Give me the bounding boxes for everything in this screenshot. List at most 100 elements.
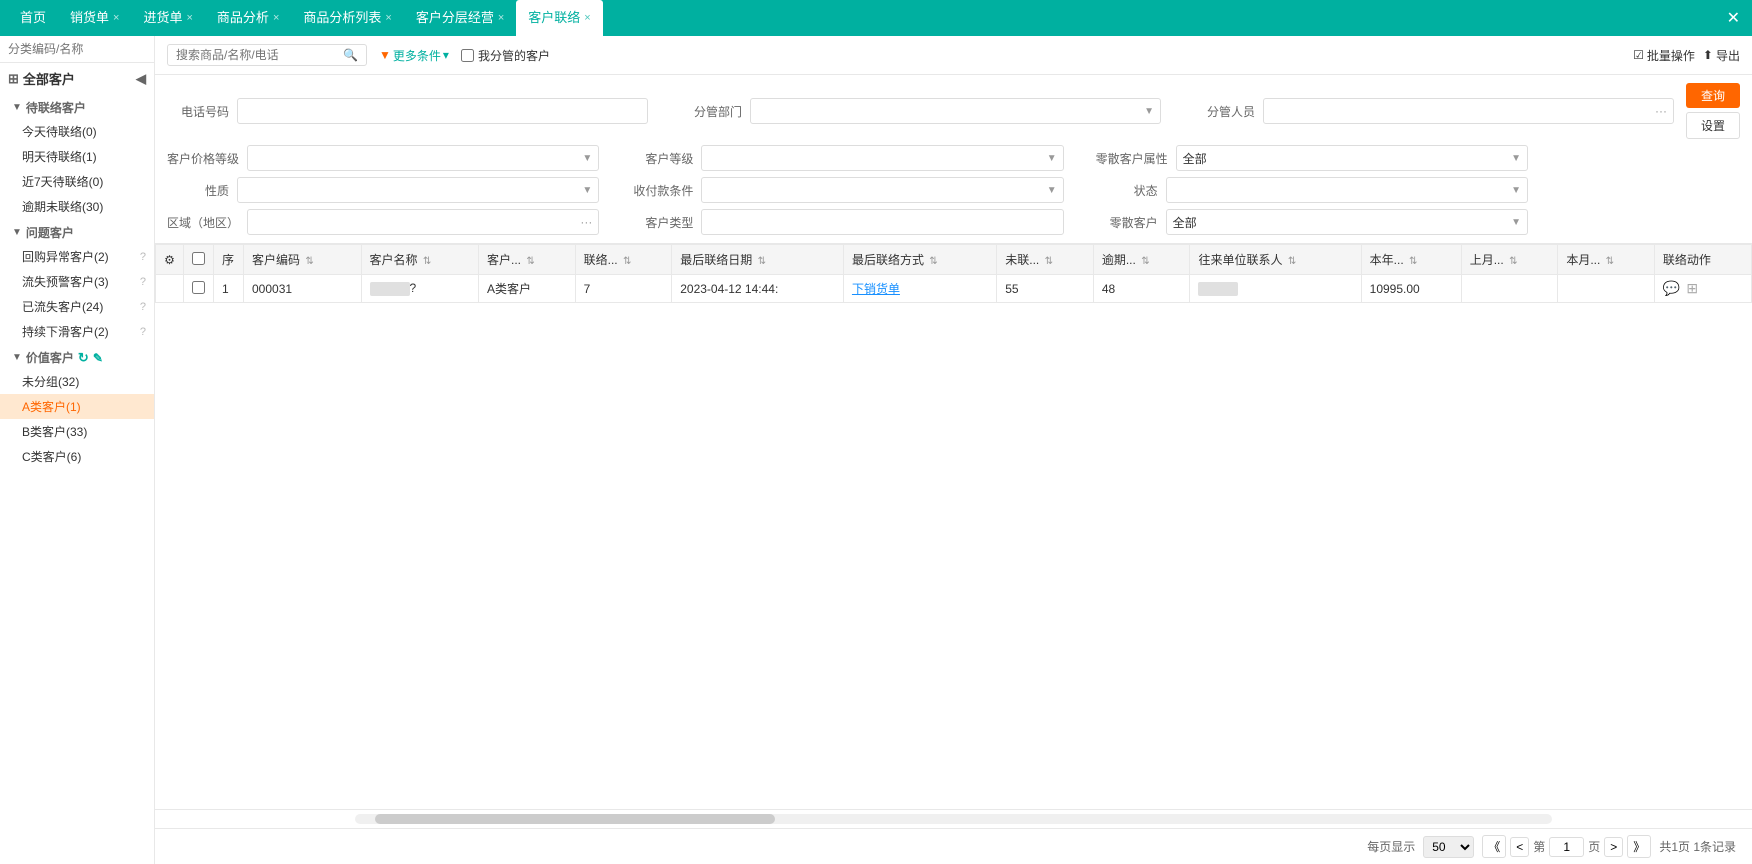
phone-label: 电话号码	[167, 103, 237, 120]
status-label: 状态	[1096, 182, 1166, 199]
close-sales-tab[interactable]: ×	[113, 0, 119, 36]
problem-customers-title: 问题客户	[26, 224, 74, 241]
close-customer-tier-tab[interactable]: ×	[498, 0, 504, 36]
sidebar-search-input[interactable]	[8, 42, 155, 56]
type-sort-icon: ⇅	[526, 256, 534, 267]
checkbox-icon: ☑	[1633, 48, 1644, 62]
select-all-checkbox[interactable]	[192, 252, 205, 265]
close-customer-contact-tab[interactable]: ×	[584, 0, 590, 36]
problem-customers-group[interactable]: ▼ 问题客户	[0, 219, 154, 244]
contact-person-column-header[interactable]: 往来单位联系人 ⇅	[1190, 245, 1361, 275]
first-page-btn[interactable]: 《	[1482, 835, 1506, 858]
status-dropdown[interactable]: ▼	[1166, 177, 1528, 203]
main-search-icon[interactable]: 🔍	[343, 48, 358, 62]
sidebar-item-c-class[interactable]: C类客户(6)	[0, 444, 154, 469]
nav-sales[interactable]: 销货单 ×	[58, 0, 131, 36]
batch-op-btn[interactable]: ☑ 批量操作	[1633, 47, 1695, 64]
uncontacted-column-header[interactable]: 未联... ⇅	[997, 245, 1094, 275]
overdue-column-header[interactable]: 逾期... ⇅	[1093, 245, 1190, 275]
row-checkbox-cell[interactable]	[184, 275, 214, 303]
collapse-sidebar-icon[interactable]: ◀	[136, 71, 146, 87]
sidebar-item-b-class[interactable]: B类客户(33)	[0, 419, 154, 444]
sidebar-item-tomorrow[interactable]: 明天待联络(1)	[0, 144, 154, 169]
type-column-header[interactable]: 客户... ⇅	[479, 245, 576, 275]
this-month-column-header[interactable]: 本月... ⇅	[1558, 245, 1655, 275]
contact-count-column-header[interactable]: 联络... ⇅	[575, 245, 672, 275]
contact-person-masked	[1198, 282, 1238, 296]
customer-type-input[interactable]	[701, 209, 1063, 235]
my-customer-checkbox[interactable]	[461, 49, 474, 62]
table-header-row: ⚙ 序 客户编码 ⇅ 客户名称 ⇅ 客户... ⇅	[156, 245, 1752, 275]
main-search-box[interactable]: 🔍	[167, 44, 367, 66]
close-all-tabs[interactable]: ✕	[1727, 8, 1740, 28]
my-customer-filter[interactable]: 我分管的客户	[461, 47, 550, 64]
help-icon-churned[interactable]: ?	[140, 301, 146, 313]
refresh-icon[interactable]: ↻	[78, 350, 89, 366]
close-purchase-tab[interactable]: ×	[186, 0, 192, 36]
sidebar-item-declining[interactable]: 持续下滑客户(2) ?	[0, 319, 154, 344]
settings-column-header[interactable]: ⚙	[156, 245, 184, 275]
horizontal-scroll-thumb[interactable]	[375, 814, 775, 824]
page-number-input[interactable]	[1549, 837, 1584, 857]
nav-purchase[interactable]: 进货单 ×	[131, 0, 204, 36]
chevron-down-icon: ▾	[443, 48, 449, 62]
last-contact-date-column-header[interactable]: 最后联络日期 ⇅	[672, 245, 844, 275]
sidebar-item-overdue[interactable]: 逾期未联络(30)	[0, 194, 154, 219]
nav-customer-contact[interactable]: 客户联络 ×	[516, 0, 602, 36]
last-contact-method-column-header[interactable]: 最后联络方式 ⇅	[843, 245, 996, 275]
horizontal-scroll-track[interactable]	[355, 814, 1552, 824]
help-icon-repurchase[interactable]: ?	[140, 251, 146, 263]
edit-icon[interactable]: ✎	[93, 351, 103, 365]
last-contact-method-link[interactable]: 下销货单	[852, 282, 900, 296]
this-year-column-header[interactable]: 本年... ⇅	[1361, 245, 1461, 275]
close-goods-analysis-tab[interactable]: ×	[273, 0, 279, 36]
query-btn[interactable]: 查询	[1686, 83, 1740, 108]
all-customers-header[interactable]: ⊞ 全部客户 ◀	[0, 63, 154, 94]
settings-btn[interactable]: 设置	[1686, 112, 1740, 139]
last-month-column-header[interactable]: 上月... ⇅	[1461, 245, 1558, 275]
code-column-header[interactable]: 客户编码 ⇅	[244, 245, 362, 275]
sidebar-item-churn-warning[interactable]: 流失预警客户(3) ?	[0, 269, 154, 294]
nav-customer-tier[interactable]: 客户分层经营 ×	[404, 0, 516, 36]
close-goods-analysis-list-tab[interactable]: ×	[385, 0, 391, 36]
sidebar-item-today[interactable]: 今天待联络(0)	[0, 119, 154, 144]
main-search-input[interactable]	[176, 48, 343, 62]
checkbox-column-header[interactable]	[184, 245, 214, 275]
dept-dropdown[interactable]: ▼	[750, 98, 1161, 124]
sidebar-item-ungrouped[interactable]: 未分组(32)	[0, 369, 154, 394]
row-last-contact-method[interactable]: 下销货单	[843, 275, 996, 303]
sidebar-item-a-class[interactable]: A类客户(1)	[0, 394, 154, 419]
page-size-select[interactable]: 50 100 200	[1423, 836, 1474, 858]
message-icon[interactable]: 💬	[1663, 280, 1680, 297]
retail-customer-dropdown[interactable]: 全部 ▼	[1166, 209, 1528, 235]
price-level-dropdown[interactable]: ▼	[247, 145, 599, 171]
qr-icon[interactable]: ⊞	[1686, 280, 1698, 297]
sidebar-search-bar[interactable]: 🔍	[0, 36, 154, 63]
nature-dropdown[interactable]: ▼	[237, 177, 599, 203]
filter-region: 区域（地区） ···	[167, 209, 599, 235]
nav-goods-analysis[interactable]: 商品分析 ×	[205, 0, 291, 36]
phone-input[interactable]	[237, 98, 648, 124]
value-customers-group[interactable]: ▼ 价值客户 ↻ ✎	[0, 344, 154, 369]
next-page-btn[interactable]: >	[1604, 837, 1623, 857]
sidebar-item-week[interactable]: 近7天待联络(0)	[0, 169, 154, 194]
prev-page-btn[interactable]: <	[1510, 837, 1529, 857]
pending-contact-group[interactable]: ▼ 待联络客户	[0, 94, 154, 119]
retail-attr-dropdown[interactable]: 全部 ▼	[1176, 145, 1528, 171]
customer-level-dropdown[interactable]: ▼	[701, 145, 1063, 171]
more-filters-btn[interactable]: ▼ 更多条件 ▾	[379, 47, 449, 64]
export-btn[interactable]: ⬆ 导出	[1703, 47, 1740, 64]
nav-home[interactable]: 首页	[8, 0, 58, 36]
sidebar-item-repurchase[interactable]: 回购异常客户(2) ?	[0, 244, 154, 269]
person-input[interactable]: ···	[1263, 98, 1674, 124]
help-icon-churn-warning[interactable]: ?	[140, 276, 146, 288]
sidebar-item-churned[interactable]: 已流失客户(24) ?	[0, 294, 154, 319]
row-customer-type: A类客户	[479, 275, 576, 303]
last-page-btn[interactable]: 》	[1627, 835, 1651, 858]
region-input[interactable]: ···	[247, 209, 599, 235]
help-icon-declining[interactable]: ?	[140, 326, 146, 338]
payment-dropdown[interactable]: ▼	[701, 177, 1063, 203]
nav-goods-analysis-list[interactable]: 商品分析列表 ×	[291, 0, 403, 36]
name-column-header[interactable]: 客户名称 ⇅	[361, 245, 479, 275]
row-checkbox[interactable]	[192, 281, 205, 294]
